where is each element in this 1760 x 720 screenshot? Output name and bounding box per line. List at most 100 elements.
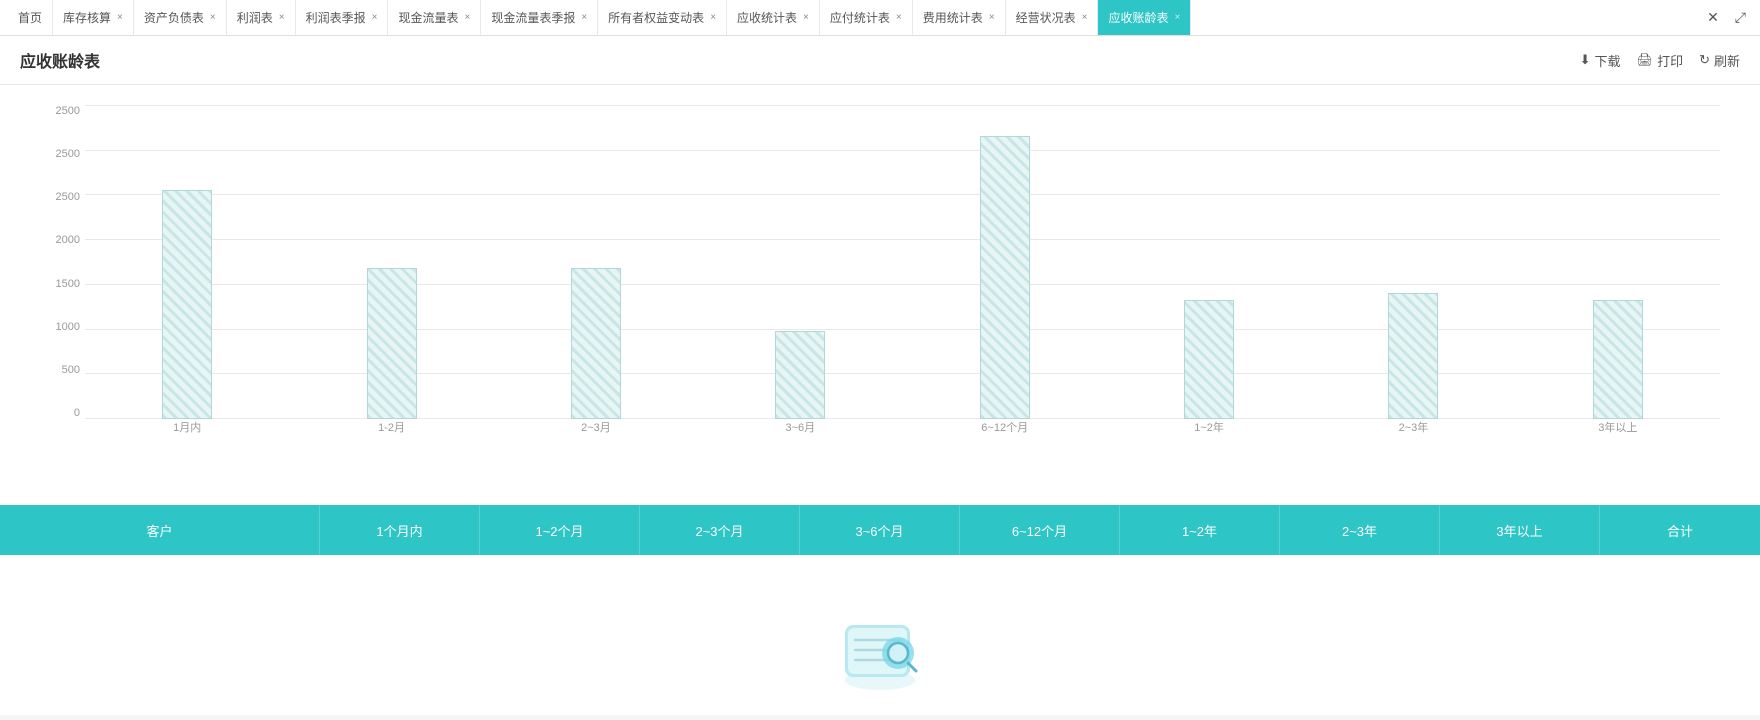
bar-6-12 (980, 136, 1030, 419)
download-icon: ⬇ (1580, 52, 1591, 68)
tab-ar-stats[interactable]: 应收统计表 × (727, 0, 820, 36)
tab-cost-stats[interactable]: 费用统计表 × (913, 0, 1006, 36)
tab-balance-label: 资产负债表 (144, 9, 204, 26)
bar-2-3yr (1388, 293, 1438, 419)
tab-bar-actions: ✕ ⤢ (1701, 5, 1752, 30)
tab-balance-close[interactable]: × (210, 12, 216, 23)
bar-group-2-3 (494, 105, 698, 419)
window-close-button[interactable]: ✕ (1701, 5, 1725, 30)
col-2-3month: 2~3个月 (640, 505, 800, 555)
bar-group-3-6 (698, 105, 902, 419)
chart-area: 0 500 1000 1500 2000 2500 2500 2500 (0, 85, 1760, 505)
tab-balance[interactable]: 资产负债表 × (134, 0, 227, 36)
tab-cost-stats-label: 费用统计表 (923, 9, 983, 26)
tab-home[interactable]: 首页 (8, 0, 53, 36)
main-content: 0 500 1000 1500 2000 2500 2500 2500 (0, 85, 1760, 715)
bar-group-1-2yr (1107, 105, 1311, 419)
tab-ar-aging-label: 应收账龄表 (1108, 9, 1168, 26)
y-label-2500c: 2500 (40, 105, 80, 117)
y-label-0: 0 (40, 407, 80, 419)
tab-bar: 首页 库存核算 × 资产负债表 × 利润表 × 利润表季报 × 现金流量表 × … (0, 0, 1760, 36)
y-label-2000: 2000 (40, 234, 80, 246)
tab-cost-stats-close[interactable]: × (989, 12, 995, 23)
tab-ar-aging[interactable]: 应收账龄表 × (1098, 0, 1191, 36)
tab-profit[interactable]: 利润表 × (227, 0, 296, 36)
col-1-2year: 1~2年 (1120, 505, 1280, 555)
tab-ops[interactable]: 经营状况表 × (1006, 0, 1099, 36)
col-2-3year: 2~3年 (1280, 505, 1440, 555)
x-label-2-3yr: 2~3年 (1311, 419, 1515, 445)
tab-inventory[interactable]: 库存核算 × (53, 0, 134, 36)
tab-ap-stats-label: 应付统计表 (830, 9, 890, 26)
print-icon: 🖨 (1637, 52, 1654, 68)
x-label-1-2yr: 1~2年 (1107, 419, 1311, 445)
tab-ops-close[interactable]: × (1082, 12, 1088, 23)
tab-ar-stats-close[interactable]: × (803, 12, 809, 23)
x-label-jan: 1月内 (85, 419, 289, 445)
tab-profit-quarterly-close[interactable]: × (372, 12, 378, 23)
x-label-6-12: 6~12个月 (903, 419, 1107, 445)
print-label: 打印 (1657, 51, 1683, 70)
col-6-12month: 6~12个月 (960, 505, 1120, 555)
y-label-500: 500 (40, 364, 80, 376)
print-button[interactable]: 🖨 打印 (1637, 51, 1684, 70)
col-1-2month: 1~2个月 (480, 505, 640, 555)
x-label-1-2: 1-2月 (289, 419, 493, 445)
bar-1-2 (367, 268, 417, 419)
x-label-3plus: 3年以上 (1516, 419, 1720, 445)
y-label-1000: 1000 (40, 321, 80, 333)
bar-group-jan (85, 105, 289, 419)
tab-ap-stats-close[interactable]: × (896, 12, 902, 23)
col-total: 合计 (1600, 505, 1760, 555)
bar-1-2yr (1184, 300, 1234, 419)
page-title: 应收账龄表 (20, 48, 100, 72)
tab-cashflow-label: 现金流量表 (398, 9, 458, 26)
tab-inventory-close[interactable]: × (117, 12, 123, 23)
col-1month: 1个月内 (320, 505, 480, 555)
y-label-2500a: 2500 (40, 191, 80, 203)
tab-profit-quarterly[interactable]: 利润表季报 × (296, 0, 389, 36)
download-button[interactable]: ⬇ 下载 (1580, 51, 1621, 70)
tab-cashflow-quarterly-label: 现金流量表季报 (491, 9, 575, 26)
bar-2-3 (571, 268, 621, 419)
table-header: 客户 1个月内 1~2个月 2~3个月 3~6个月 6~12个月 1~2年 2~… (0, 505, 1760, 555)
col-3-6month: 3~6个月 (800, 505, 960, 555)
tab-profit-label: 利润表 (237, 9, 273, 26)
bar-group-3plus (1516, 105, 1720, 419)
empty-icon (820, 595, 940, 695)
tab-home-label: 首页 (18, 9, 42, 26)
refresh-label: 刷新 (1714, 51, 1740, 70)
page-header: 应收账龄表 ⬇ 下载 🖨 打印 ↻ 刷新 (0, 36, 1760, 85)
tab-profit-quarterly-label: 利润表季报 (306, 9, 366, 26)
tab-ap-stats[interactable]: 应付统计表 × (820, 0, 913, 36)
tab-ops-label: 经营状况表 (1016, 9, 1076, 26)
refresh-icon: ↻ (1699, 52, 1710, 68)
tab-ar-aging-close[interactable]: × (1174, 12, 1180, 23)
tab-equity-close[interactable]: × (710, 12, 716, 23)
col-3plus: 3年以上 (1440, 505, 1600, 555)
bar-group-2-3yr (1311, 105, 1515, 419)
col-customer: 客户 (0, 505, 320, 555)
bar-jan (162, 190, 212, 419)
bar-group-1-2 (289, 105, 493, 419)
tab-cashflow[interactable]: 现金流量表 × (388, 0, 481, 36)
bar-3plus (1593, 300, 1643, 419)
refresh-button[interactable]: ↻ 刷新 (1699, 51, 1740, 70)
download-label: 下载 (1595, 51, 1621, 70)
bar-3-6 (775, 331, 825, 419)
y-label-2500b: 2500 (40, 148, 80, 160)
header-actions: ⬇ 下载 🖨 打印 ↻ 刷新 (1580, 51, 1740, 70)
x-label-2-3: 2~3月 (494, 419, 698, 445)
window-maximize-button[interactable]: ⤢ (1729, 5, 1752, 30)
empty-state (0, 555, 1760, 715)
tab-profit-close[interactable]: × (279, 12, 285, 23)
tab-cashflow-quarterly-close[interactable]: × (581, 12, 587, 23)
y-label-1500: 1500 (40, 278, 80, 290)
tab-cashflow-close[interactable]: × (464, 12, 470, 23)
tab-equity-label: 所有者权益变动表 (608, 9, 704, 26)
tab-inventory-label: 库存核算 (63, 9, 111, 26)
x-label-3-6: 3~6月 (698, 419, 902, 445)
tab-ar-stats-label: 应收统计表 (737, 9, 797, 26)
tab-cashflow-quarterly[interactable]: 现金流量表季报 × (481, 0, 598, 36)
tab-equity[interactable]: 所有者权益变动表 × (598, 0, 727, 36)
